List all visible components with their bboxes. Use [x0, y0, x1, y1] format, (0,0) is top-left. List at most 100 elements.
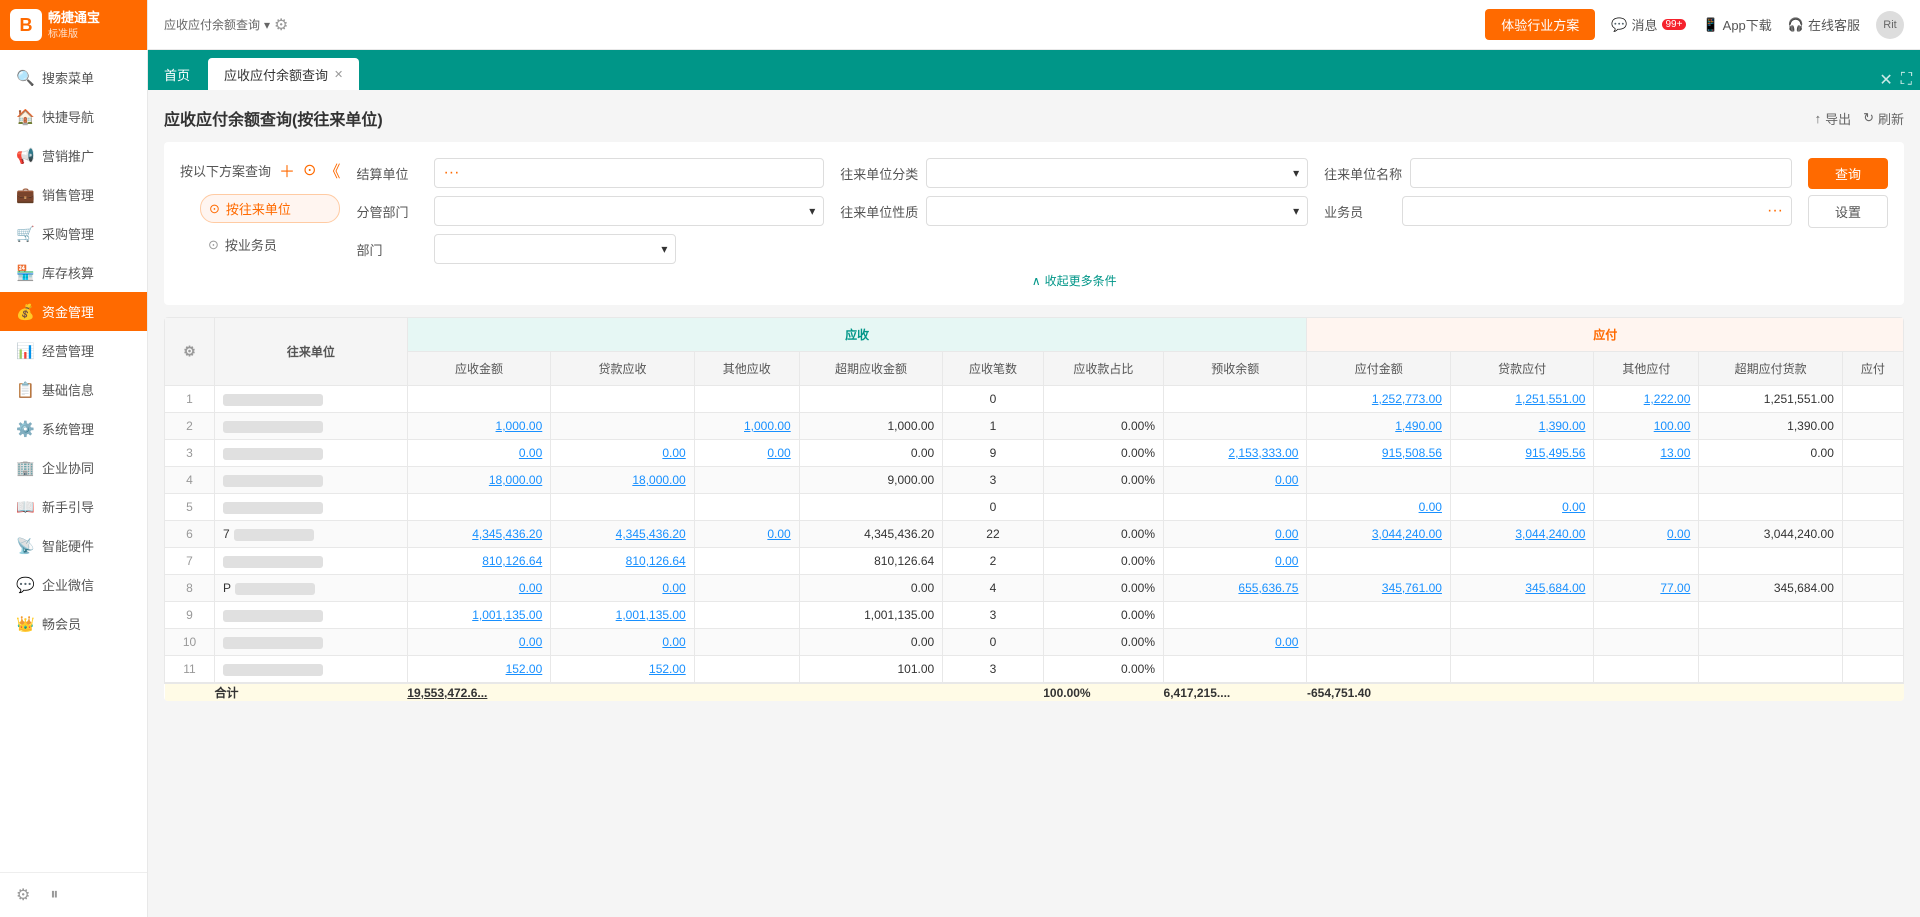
refresh-btn[interactable]: ↻ 刷新 [1863, 109, 1904, 128]
cell-ar-ratio-10: 0.00% [1043, 656, 1163, 684]
custname-input[interactable] [1410, 158, 1792, 188]
cell-ap-loan-1: 1,390.00 [1450, 413, 1593, 440]
cell-ap-amount-10 [1307, 656, 1450, 684]
cell-ar-count-9: 0 [943, 629, 1044, 656]
setting-button[interactable]: 设置 [1808, 195, 1888, 228]
nav-label-system: 系统管理 [42, 419, 94, 438]
filter-add-icon[interactable]: ＋ [279, 158, 295, 182]
cell-party-6 [215, 548, 408, 575]
salesperson-dots[interactable]: ··· [1767, 202, 1783, 220]
tab-close-window-icon[interactable]: ✕ [1879, 70, 1892, 90]
col-settings-header[interactable]: ⚙ [165, 318, 215, 386]
tab-home[interactable]: 首页 [148, 58, 206, 90]
cell-no-10: 11 [165, 656, 215, 684]
settlement-label: 结算单位 [356, 164, 426, 183]
cell-ar-loan-2: 0.00 [551, 440, 694, 467]
query-button[interactable]: 查询 [1808, 158, 1888, 189]
sidebar-item-smart-hw[interactable]: 📡 智能硬件 [0, 526, 147, 565]
cell-no-5: 6 [165, 521, 215, 548]
cell-ap-overdue-5: 3,044,240.00 [1699, 521, 1842, 548]
tab-ar-ap[interactable]: 应收应付余额查询 ✕ [208, 58, 359, 90]
settlement-input[interactable]: ··· [434, 158, 824, 188]
cell-ap-loan-2: 915,495.56 [1450, 440, 1593, 467]
online-service-btn[interactable]: 🎧 在线客服 [1788, 15, 1860, 34]
collapse-btn[interactable]: ∧ 收起更多条件 [1032, 272, 1117, 289]
cell-prepay-4 [1164, 494, 1307, 521]
tab-home-label: 首页 [164, 65, 190, 84]
tab-maximize-icon[interactable]: ⛶ [1901, 71, 1912, 89]
cell-prepay-2: 2,153,333.00 [1164, 440, 1307, 467]
sidebar-item-search-menu[interactable]: 🔍 搜索菜单 [0, 58, 147, 97]
col-ar-overdue: 超期应收金额 [799, 352, 942, 386]
cell-ar-overdue-10: 101.00 [799, 656, 942, 684]
cell-ap-amount-0: 1,252,773.00 [1307, 386, 1450, 413]
sidebar-item-guide[interactable]: 📖 新手引导 [0, 487, 147, 526]
filter-group-party[interactable]: ⊙ 按往来单位 [200, 194, 340, 223]
cell-ar-count-5: 22 [943, 521, 1044, 548]
salesperson-select[interactable]: ··· [1402, 196, 1792, 226]
col-ap-loan: 贷款应付 [1450, 352, 1593, 386]
cell-ap-amount-9 [1307, 629, 1450, 656]
export-btn[interactable]: ↑ 导出 [1815, 109, 1852, 128]
cta-button[interactable]: 体验行业方案 [1485, 9, 1595, 40]
cell-prepay-5: 0.00 [1164, 521, 1307, 548]
header-settings-icon[interactable]: ⚙ [274, 15, 288, 35]
table-footer-row: 合计 19,553,472.6... 100.00% 6,417,215....… [165, 683, 1904, 701]
deptroom-select[interactable]: ▾ [434, 234, 676, 264]
table-row: 3 0.00 0.00 0.00 0.00 9 0.00% 2,153,333.… [165, 440, 1904, 467]
settings-footer-icon[interactable]: ⚙ [16, 885, 30, 905]
sidebar-item-operations[interactable]: 📊 经营管理 [0, 331, 147, 370]
sidebar-item-basic-info[interactable]: 📋 基础信息 [0, 370, 147, 409]
app-download-btn[interactable]: 📱 App下载 [1702, 15, 1771, 34]
nav-icon-operations: 📊 [16, 342, 34, 360]
cell-no-4: 5 [165, 494, 215, 521]
data-table-wrapper: ⚙ 往来单位 应收 应付 应收金额 贷款应收 其他应收 超期应收金额 应收笔数 … [164, 317, 1904, 701]
cell-ap-amount-4: 0.00 [1307, 494, 1450, 521]
footer-ar-overdue [799, 683, 942, 701]
sidebar-item-system[interactable]: ⚙️ 系统管理 [0, 409, 147, 448]
cell-ap-overdue-0: 1,251,551.00 [1699, 386, 1842, 413]
sidebar-item-enterprise[interactable]: 🏢 企业协同 [0, 448, 147, 487]
sidebar-item-inventory[interactable]: 🏪 库存核算 [0, 253, 147, 292]
cell-ap-overdue-8 [1699, 602, 1842, 629]
sidebar-item-sales[interactable]: 💼 销售管理 [0, 175, 147, 214]
tab-close-icon[interactable]: ✕ [334, 68, 343, 81]
footer-ar-total[interactable]: 19,553,472.6... [407, 683, 550, 701]
filter-settings-icon[interactable]: ⊙ [303, 160, 316, 180]
collapse-footer-icon[interactable]: ⏸ [50, 886, 58, 904]
app-label: App下载 [1723, 15, 1772, 34]
sidebar-item-wechat[interactable]: 💬 企业微信 [0, 565, 147, 604]
category-select[interactable]: ▾ [926, 158, 1308, 188]
table-settings-icon[interactable]: ⚙ [183, 343, 196, 359]
sidebar-item-finance[interactable]: 💰 资金管理 [0, 292, 147, 331]
sidebar-item-marketing[interactable]: 📢 营销推广 [0, 136, 147, 175]
filter-header: 按以下方案查询 ＋ ⊙ 《 [180, 158, 340, 182]
cell-ap-other-7: 77.00 [1594, 575, 1699, 602]
user-avatar[interactable]: Rit [1876, 11, 1904, 39]
filter-fields-section: 结算单位 ··· 往来单位分类 ▾ 往来单位名称 [356, 158, 1792, 289]
cell-ar-overdue-2: 0.00 [799, 440, 942, 467]
cell-party-5: 7 [215, 521, 408, 548]
message-btn[interactable]: 💬 消息 99+ [1611, 15, 1686, 34]
sidebar-item-vip[interactable]: 👑 畅会员 [0, 604, 147, 643]
cell-ap-overdue-7: 345,684.00 [1699, 575, 1842, 602]
nav-icon-enterprise: 🏢 [16, 459, 34, 477]
dept-select[interactable]: ▾ [434, 196, 824, 226]
filter-group-party-icon: ⊙ [209, 201, 220, 217]
cell-ar-amount-10: 152.00 [407, 656, 550, 684]
cell-party-7: P [215, 575, 408, 602]
nature-select[interactable]: ▾ [926, 196, 1308, 226]
sidebar-item-quick-nav[interactable]: 🏠 快捷导航 [0, 97, 147, 136]
settlement-dots[interactable]: ··· [443, 164, 459, 182]
filter-group-salesperson[interactable]: ⊙ 按业务员 [200, 231, 340, 258]
footer-ar-count [943, 683, 1044, 701]
cell-ap-other-6 [1594, 548, 1699, 575]
cell-ar-loan-1 [551, 413, 694, 440]
cell-ar-ratio-3: 0.00% [1043, 467, 1163, 494]
cell-prepay-1 [1164, 413, 1307, 440]
sidebar-item-purchase[interactable]: 🛒 采购管理 [0, 214, 147, 253]
filter-collapse-icon[interactable]: 《 [324, 158, 340, 182]
filter-row-1: 结算单位 ··· 往来单位分类 ▾ 往来单位名称 [356, 158, 1792, 188]
cell-ap-other-4 [1594, 494, 1699, 521]
cell-prepay-3: 0.00 [1164, 467, 1307, 494]
